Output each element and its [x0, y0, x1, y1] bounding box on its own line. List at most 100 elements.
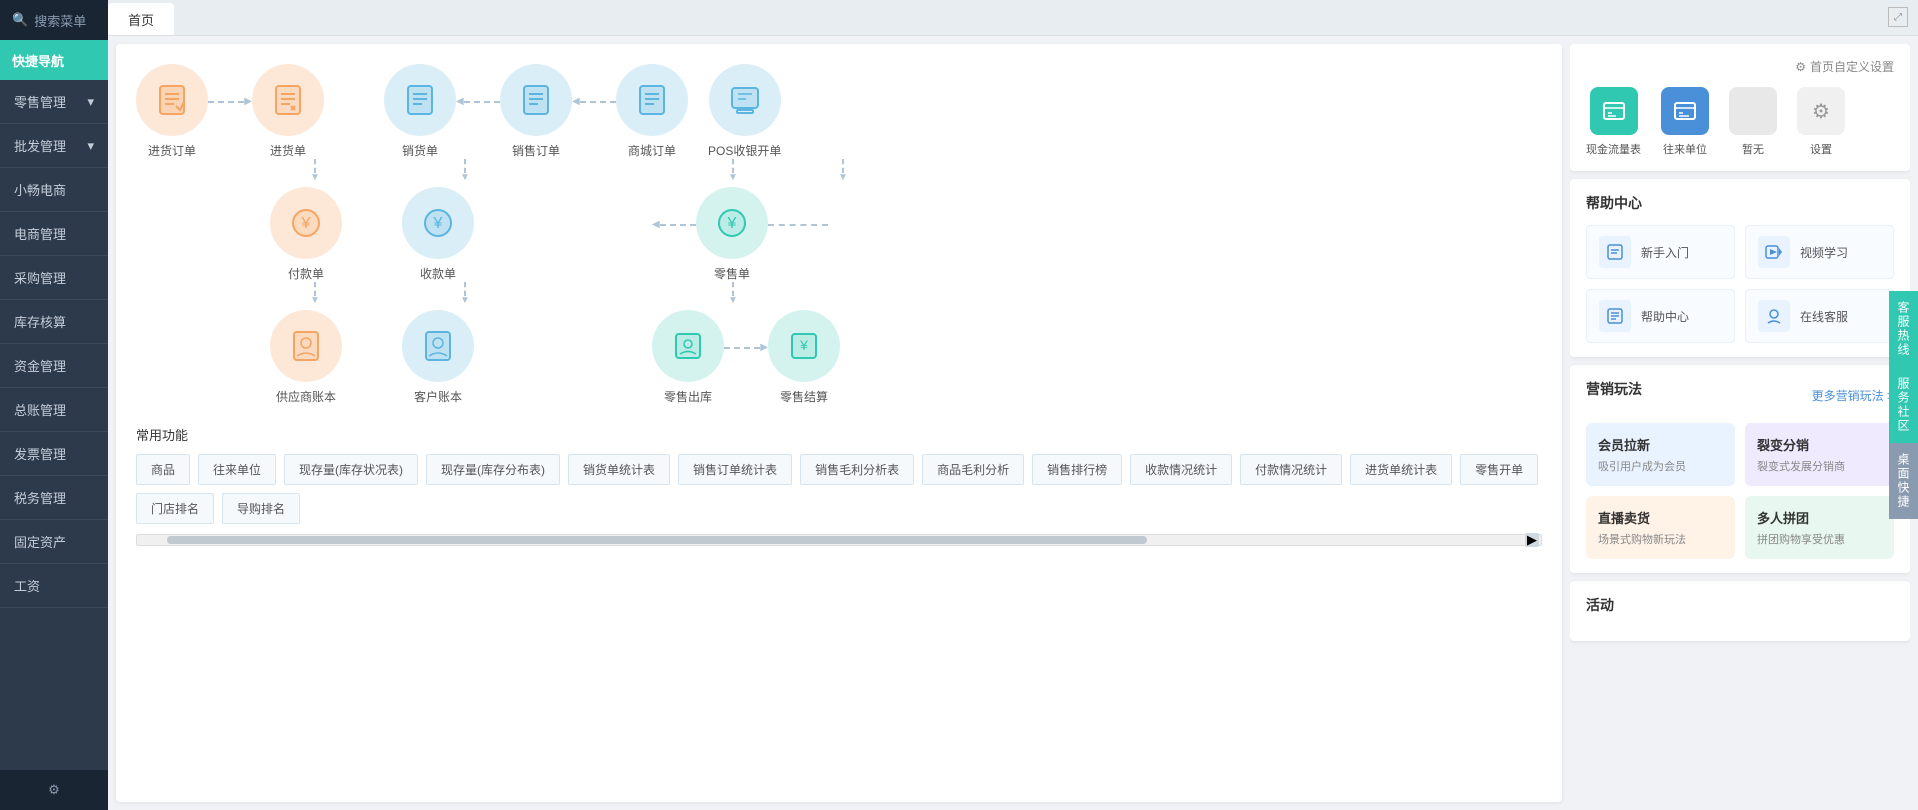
func-btn-payment-stat[interactable]: 付款情况统计: [1240, 454, 1342, 485]
sidebar-search-label: 搜索菜单: [34, 11, 86, 30]
arrow-retail-settle: ▶: [724, 342, 768, 373]
svg-text:¥: ¥: [301, 215, 311, 232]
v-arrow-sales-bill: ▼: [420, 159, 510, 183]
search-icon: 🔍: [12, 12, 28, 28]
node-payment-out[interactable]: ¥ 付款单: [270, 187, 342, 282]
help-item-video[interactable]: 视频学习: [1745, 225, 1894, 279]
func-btn-goods-gross[interactable]: 商品毛利分析: [922, 454, 1024, 485]
node-purchase-bill[interactable]: 进货单: [252, 64, 324, 159]
retail-settle-icon: ¥: [768, 310, 840, 382]
node-customer-account[interactable]: 客户账本: [402, 310, 474, 405]
marketing-grid: 会员拉新 吸引用户成为会员 裂变分销 裂变式发展分销商 直播卖货 场景式购物新玩…: [1586, 423, 1894, 559]
func-btn-sales-stat[interactable]: 销货单统计表: [568, 454, 670, 485]
activities-title: 活动: [1586, 595, 1894, 615]
qa-cashflow[interactable]: 现金流量表: [1586, 87, 1641, 157]
mkt-live[interactable]: 直播卖货 场景式购物新玩法: [1586, 496, 1735, 559]
svg-text:¥: ¥: [727, 215, 737, 232]
func-btn-purchase-stat[interactable]: 进货单统计表: [1350, 454, 1452, 485]
tab-home-label: 首页: [128, 10, 154, 29]
sidebar-item-label: 库存核算: [14, 312, 66, 331]
left-panel: 进货订单 ▶ 进货单: [116, 44, 1562, 802]
marketing-title: 营销玩法: [1586, 379, 1642, 399]
sidebar-item-invoice[interactable]: 发票管理: [0, 432, 108, 476]
video-label: 视频学习: [1800, 244, 1848, 261]
sidebar-item-ecom-small[interactable]: 小畅电商: [0, 168, 108, 212]
help-item-help[interactable]: 帮助中心: [1586, 289, 1735, 343]
func-btn-gross-analysis[interactable]: 销售毛利分析表: [800, 454, 914, 485]
sidebar-item-salary[interactable]: 工资: [0, 564, 108, 608]
marketing-panel: 营销玩法 更多营销玩法 > 会员拉新 吸引用户成为会员 裂变分销 裂变式发展分销…: [1570, 365, 1910, 573]
func-btn-guide-rank[interactable]: 导购排名: [222, 493, 300, 524]
more-marketing-link[interactable]: 更多营销玩法 >: [1812, 387, 1894, 404]
sidebar-item-ecom[interactable]: 电商管理: [0, 212, 108, 256]
retail-settle-label: 零售结算: [780, 388, 828, 405]
retail-order-label: 零售单: [714, 265, 750, 282]
float-btn-community[interactable]: 服务社区: [1889, 367, 1918, 443]
func-btn-stock2[interactable]: 现存量(库存分布表): [426, 454, 560, 485]
mkt-group[interactable]: 多人拼团 拼团购物享受优惠: [1745, 496, 1894, 559]
sidebar-item-label: 批发管理: [14, 136, 66, 155]
scroll-track[interactable]: ▶: [136, 534, 1542, 546]
node-pos[interactable]: POS收银开单: [708, 64, 781, 159]
node-retail-out[interactable]: 零售出库: [652, 310, 724, 405]
expand-button[interactable]: ⤢: [1888, 7, 1908, 27]
help-item-service[interactable]: 在线客服: [1745, 289, 1894, 343]
sidebar-item-ledger[interactable]: 总账管理: [0, 388, 108, 432]
func-btn-stock1[interactable]: 现存量(库存状况表): [284, 454, 418, 485]
help-icon: [1599, 300, 1631, 332]
settings-label: 设置: [1810, 141, 1832, 157]
sidebar-item-assets[interactable]: 固定资产: [0, 520, 108, 564]
node-sales-bill[interactable]: 销货单: [384, 64, 456, 159]
sidebar-quicknav[interactable]: 快捷导航: [0, 40, 108, 80]
help-item-beginner[interactable]: 新手入门: [1586, 225, 1735, 279]
func-btn-receipt-stat[interactable]: 收款情况统计: [1130, 454, 1232, 485]
scroll-right-btn[interactable]: ▶: [1525, 533, 1539, 547]
node-supplier-account[interactable]: 供应商账本: [270, 310, 342, 405]
sidebar-item-label: 采购管理: [14, 268, 66, 287]
qa-none[interactable]: 暂无: [1729, 87, 1777, 157]
chevron-icon: ▾: [87, 138, 94, 154]
sidebar-item-purchase[interactable]: 采购管理: [0, 256, 108, 300]
func-btn-goods[interactable]: 商品: [136, 454, 190, 485]
sidebar: 🔍 搜索菜单 快捷导航 零售管理 ▾ 批发管理 ▾ 小畅电商 电商管理 采购管理…: [0, 0, 108, 810]
func-btn-sales-rank[interactable]: 销售排行榜: [1032, 454, 1122, 485]
cashflow-icon: [1590, 87, 1638, 135]
tab-home[interactable]: 首页: [108, 3, 174, 35]
func-btn-retail-order[interactable]: 零售开单: [1460, 454, 1538, 485]
qa-partners[interactable]: 往来单位: [1661, 87, 1709, 157]
supplier-account-icon: [270, 310, 342, 382]
node-retail-settle[interactable]: ¥ 零售结算: [768, 310, 840, 405]
sidebar-item-label: 资金管理: [14, 356, 66, 375]
func-btn-store-rank[interactable]: 门店排名: [136, 493, 214, 524]
float-btn-service[interactable]: 客服热线: [1889, 291, 1918, 367]
sidebar-search[interactable]: 🔍 搜索菜单: [0, 0, 108, 40]
qa-settings[interactable]: ⚙ 设置: [1797, 87, 1845, 157]
shop-order-label: 商城订单: [628, 142, 676, 159]
mkt-fission[interactable]: 裂变分销 裂变式发展分销商: [1745, 423, 1894, 486]
func-btn-sales-order-stat[interactable]: 销售订单统计表: [678, 454, 792, 485]
sidebar-item-tax[interactable]: 税务管理: [0, 476, 108, 520]
shop-order-icon: [616, 64, 688, 136]
sidebar-item-wholesale[interactable]: 批发管理 ▾: [0, 124, 108, 168]
node-retail-order[interactable]: ¥ 零售单: [696, 187, 768, 282]
sidebar-item-inventory[interactable]: 库存核算: [0, 300, 108, 344]
node-shop-order[interactable]: 商城订单: [616, 64, 688, 159]
activities-panel: 活动: [1570, 581, 1910, 641]
node-payment-in[interactable]: ¥ 收款单: [402, 187, 474, 282]
node-sales-order[interactable]: 销售订单: [500, 64, 572, 159]
qa-setting-label: 首页自定义设置: [1810, 58, 1894, 75]
retail-out-icon: [652, 310, 724, 382]
node-purchase-order[interactable]: 进货订单: [136, 64, 208, 159]
sidebar-item-label: 发票管理: [14, 444, 66, 463]
mkt-group-sub: 拼团购物享受优惠: [1757, 531, 1882, 547]
sidebar-settings[interactable]: ⚙: [0, 770, 108, 810]
v-arrow-pos: ▼: [798, 159, 888, 183]
qa-setting-btn[interactable]: ⚙ 首页自定义设置: [1795, 58, 1894, 75]
topbar-right: ⤢: [1888, 0, 1918, 35]
func-btn-partners[interactable]: 往来单位: [198, 454, 276, 485]
sidebar-item-finance[interactable]: 资金管理: [0, 344, 108, 388]
mkt-member[interactable]: 会员拉新 吸引用户成为会员: [1586, 423, 1735, 486]
settings-icon: ⚙: [1797, 87, 1845, 135]
float-btn-desktop[interactable]: 桌面快捷: [1889, 443, 1918, 519]
sidebar-item-retail[interactable]: 零售管理 ▾: [0, 80, 108, 124]
